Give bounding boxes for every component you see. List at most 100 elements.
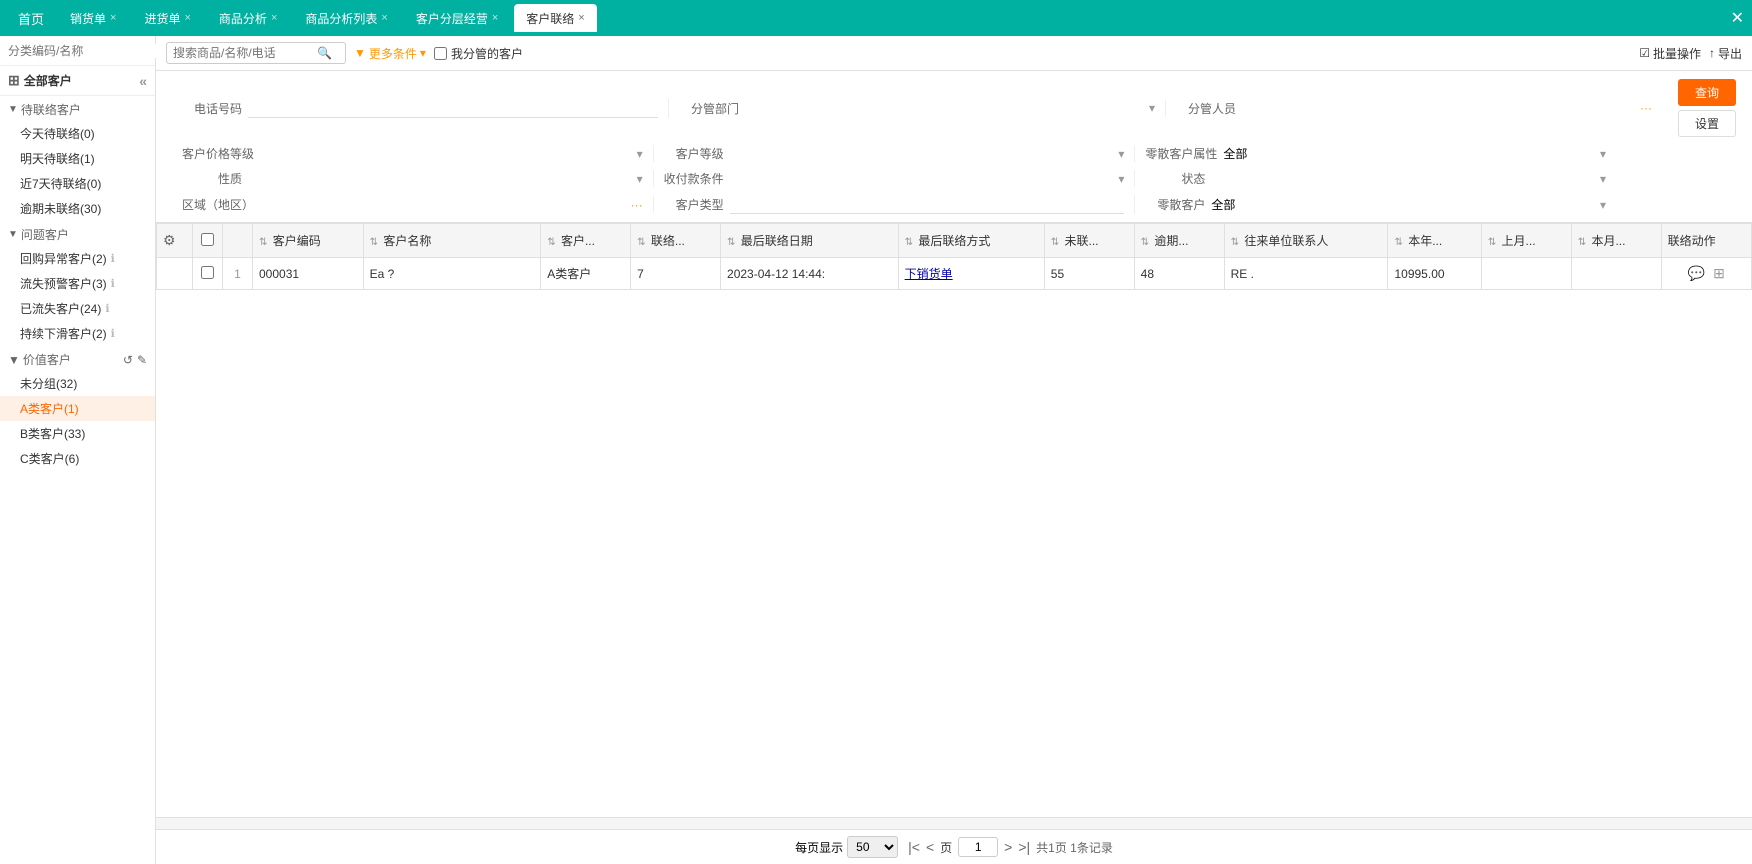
close-icon[interactable]: × — [381, 12, 387, 24]
sidebar-item-unclassified[interactable]: 未分组(32) — [0, 371, 155, 396]
sidebar-all-customers-header[interactable]: ⊞ 全部客户 « — [0, 66, 155, 96]
filter-label-person: 分管人员 — [1176, 100, 1236, 117]
more-icon[interactable]: ··· — [631, 198, 643, 212]
horizontal-scrollbar[interactable] — [156, 817, 1752, 829]
cell-name: Ea ? — [363, 258, 541, 290]
close-icon[interactable]: × — [492, 12, 498, 24]
total-info: 共1页 1条记录 — [1036, 839, 1113, 856]
nav-home[interactable]: 首页 — [8, 9, 54, 28]
next-page-button[interactable]: > — [1004, 839, 1012, 855]
sidebar-group-value-customers: ▼ 价值客户 ↺ ✎ — [0, 346, 155, 371]
cell-customer-type: A类客户 — [541, 258, 631, 290]
sidebar-item-declining[interactable]: 持续下滑客户(2) ℹ — [0, 321, 155, 346]
filter-more-person[interactable]: ··· — [1242, 101, 1652, 115]
query-button[interactable]: 查询 — [1678, 79, 1736, 106]
edit-icon[interactable]: ✎ — [137, 353, 147, 367]
filter-region: 区域（地区） ··· — [172, 196, 654, 213]
page-number-input[interactable] — [958, 837, 998, 857]
column-last-month[interactable]: ⇅ 上月... — [1481, 224, 1571, 258]
filter-select-region[interactable]: ··· — [260, 198, 643, 212]
filter-input-customer-type[interactable] — [730, 195, 1125, 214]
column-contact-person[interactable]: ⇅ 往来单位联系人 — [1224, 224, 1388, 258]
sort-icon: ⇅ — [727, 237, 735, 248]
last-page-button[interactable]: >| — [1018, 839, 1030, 855]
filter-select-retail[interactable]: 全部 ▾ — [1211, 196, 1606, 213]
table-header-row: ⚙ ⇅ 客户编码 ⇅ 客户名称 — [157, 224, 1752, 258]
batch-operation-button[interactable]: ☑ 批量操作 — [1639, 45, 1701, 62]
close-icon[interactable]: × — [184, 12, 190, 24]
more-icon[interactable]: ··· — [1640, 101, 1652, 115]
info-icon: ℹ — [111, 327, 115, 340]
per-page-select[interactable]: 50 100 200 — [847, 836, 898, 858]
nav-tab-product-analysis[interactable]: 商品分析 × — [207, 4, 289, 32]
sidebar-item-class-b[interactable]: B类客户(33) — [0, 421, 155, 446]
search-icon[interactable]: 🔍 — [317, 46, 332, 60]
prev-page-button[interactable]: < — [926, 839, 934, 855]
filter-label-dept: 分管部门 — [679, 100, 739, 117]
column-this-year[interactable]: ⇅ 本年... — [1388, 224, 1481, 258]
gear-icon[interactable]: ⚙ — [163, 232, 176, 248]
filter-person: 分管人员 ··· — [1166, 100, 1662, 117]
filter-select-retail-attr[interactable]: 全部 ▾ — [1223, 145, 1606, 162]
sidebar-group-problem-customers[interactable]: ▼ 问题客户 — [0, 221, 155, 246]
sidebar-item-repurchase-abnormal[interactable]: 回购异常客户(2) ℹ — [0, 246, 155, 271]
top-navigation: 首页 销货单 × 进货单 × 商品分析 × 商品分析列表 × 客户分层经营 × … — [0, 0, 1752, 36]
more-filter-button[interactable]: ▼ 更多条件 ▾ — [354, 45, 426, 62]
column-this-month[interactable]: ⇅ 本月... — [1571, 224, 1661, 258]
export-button[interactable]: ↑ 导出 — [1709, 45, 1742, 62]
sidebar-group-pending-contact[interactable]: ▼ 待联络客户 — [0, 96, 155, 121]
message-icon[interactable]: 💬 — [1688, 265, 1705, 282]
nav-tab-customer-segmentation[interactable]: 客户分层经营 × — [404, 4, 510, 32]
search-input[interactable] — [173, 46, 313, 60]
contact-method-link[interactable]: 下销货单 — [905, 267, 953, 281]
filter-row-3: 性质 ▾ 收付款条件 ▾ 状态 — [172, 170, 1736, 187]
close-icon[interactable]: × — [271, 12, 277, 24]
select-all-checkbox[interactable] — [201, 233, 214, 246]
sidebar-item-class-a[interactable]: A类客户(1) — [0, 396, 155, 421]
nav-tab-sales[interactable]: 销货单 × — [58, 4, 128, 32]
sidebar-item-class-c[interactable]: C类客户(6) — [0, 446, 155, 471]
filter-label-nature: 性质 — [182, 170, 242, 187]
nav-tab-product-analysis-list[interactable]: 商品分析列表 × — [293, 4, 399, 32]
sidebar-item-tomorrow-pending[interactable]: 明天待联络(1) — [0, 146, 155, 171]
filter-label-payment: 收付款条件 — [664, 170, 724, 187]
filter-select-status[interactable]: ▾ — [1211, 172, 1606, 186]
first-page-button[interactable]: |< — [908, 839, 920, 855]
setting-button[interactable]: 设置 — [1678, 110, 1736, 137]
column-no-contact-days[interactable]: ⇅ 未联... — [1044, 224, 1134, 258]
filter-select-dept[interactable]: ▾ — [745, 101, 1155, 115]
sidebar-item-7days-pending[interactable]: 近7天待联络(0) — [0, 171, 155, 196]
column-customer-type[interactable]: ⇅ 客户... — [541, 224, 631, 258]
column-last-contact-method[interactable]: ⇅ 最后联络方式 — [898, 224, 1044, 258]
column-last-contact-date[interactable]: ⇅ 最后联络日期 — [721, 224, 899, 258]
collapse-icon[interactable]: « — [139, 73, 147, 89]
sidebar: 🔍 ⊞ 全部客户 « ▼ 待联络客户 今天待联络(0) 明天待联络(1) 近7天… — [0, 36, 156, 864]
cell-checkbox — [193, 258, 223, 290]
filter-select-nature[interactable]: ▾ — [248, 172, 643, 186]
filter-select-customer-level[interactable]: ▾ — [730, 147, 1125, 161]
column-customer-code[interactable]: ⇅ 客户编码 — [253, 224, 364, 258]
sidebar-search-input[interactable] — [8, 44, 163, 58]
close-icon[interactable]: × — [578, 12, 584, 24]
sidebar-item-today-pending[interactable]: 今天待联络(0) — [0, 121, 155, 146]
nav-tab-purchase[interactable]: 进货单 × — [132, 4, 202, 32]
refresh-icon[interactable]: ↺ — [123, 353, 133, 367]
filter-input-phone[interactable] — [248, 99, 658, 118]
row-checkbox[interactable] — [201, 266, 214, 279]
close-all-button[interactable]: ✕ — [1731, 8, 1744, 28]
column-overdue[interactable]: ⇅ 逾期... — [1134, 224, 1224, 258]
filter-select-price-level[interactable]: ▾ — [260, 147, 643, 161]
sidebar-item-churn-warning[interactable]: 流失预警客户(3) ℹ — [0, 271, 155, 296]
filter-row-4: 区域（地区） ··· 客户类型 零散客户 全部 ▾ — [172, 195, 1736, 214]
filter-select-payment[interactable]: ▾ — [730, 172, 1125, 186]
close-icon[interactable]: × — [110, 12, 116, 24]
my-customer-checkbox[interactable]: 我分管的客户 — [434, 45, 523, 62]
sidebar-item-churned[interactable]: 已流失客户(24) ℹ — [0, 296, 155, 321]
link-icon[interactable]: ⊞ — [1713, 265, 1725, 282]
nav-tab-customer-contact[interactable]: 客户联络 × — [514, 4, 596, 32]
chevron-down-icon[interactable]: ▼ — [8, 353, 20, 367]
column-contact-count[interactable]: ⇅ 联络... — [631, 224, 721, 258]
my-customer-check[interactable] — [434, 47, 447, 60]
sidebar-item-overdue-contact[interactable]: 逾期未联络(30) — [0, 196, 155, 221]
column-customer-name[interactable]: ⇅ 客户名称 — [363, 224, 541, 258]
